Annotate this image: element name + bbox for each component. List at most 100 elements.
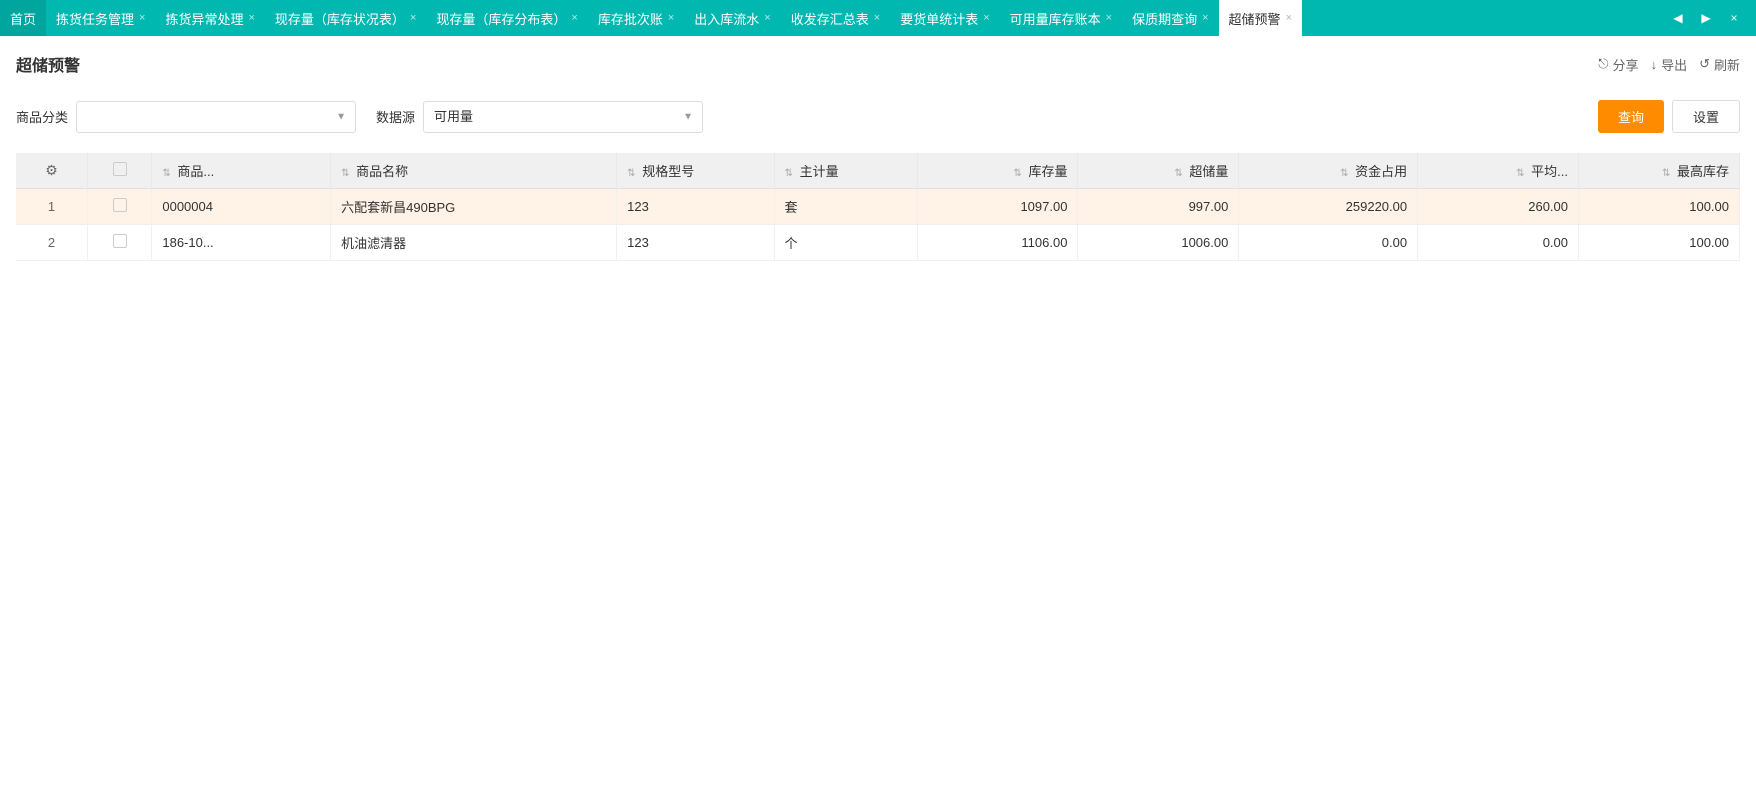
gear-icon[interactable]: ⚙ (45, 162, 58, 178)
cell-checkbox (88, 189, 152, 225)
th-gear: ⚙ (16, 153, 88, 189)
close-icon[interactable]: × (983, 12, 989, 24)
nav-collect-send-label: 收发存汇总表 (791, 9, 869, 28)
nav-order-stats[interactable]: 要货单统计表 × (890, 0, 999, 36)
nav-quality-check-label: 保质期查询 (1132, 9, 1197, 28)
nav-inventory-dist-label: 现存量（库存分布表） (436, 9, 566, 28)
select-all-checkbox[interactable] (113, 162, 127, 176)
th-avg[interactable]: ⇅ 平均... (1418, 153, 1579, 189)
th-over-label: 超储量 (1189, 164, 1228, 179)
share-button[interactable]: ⎋ 分享 (1598, 55, 1638, 74)
nav-task-mgmt-label: 拣货任务管理 (56, 9, 134, 28)
page-header: 超储预警 ⎋ 分享 ↓ 导出 ↺ 刷新 (16, 52, 1740, 76)
nav-more-arrow[interactable]: × (1720, 0, 1748, 36)
cell-stock: 1106.00 (917, 225, 1078, 261)
nav-next-arrow[interactable]: ▶ (1692, 0, 1720, 36)
nav-inventory-dist[interactable]: 现存量（库存分布表） × (426, 0, 587, 36)
cell-stock: 1097.00 (917, 189, 1078, 225)
refresh-icon: ↺ (1699, 56, 1710, 72)
th-checkbox (88, 153, 152, 189)
th-over[interactable]: ⇅ 超储量 (1078, 153, 1239, 189)
cell-capital: 0.00 (1239, 225, 1418, 261)
row-checkbox[interactable] (113, 234, 127, 248)
sort-icon: ⇅ (1013, 168, 1021, 179)
nav-home[interactable]: 首页 (0, 0, 46, 36)
cell-index: 1 (16, 189, 88, 225)
cell-spec: 123 (617, 189, 774, 225)
table-wrap: ⚙ ⇅ 商品... ⇅ 商品名称 ⇅ 规格型号 (16, 153, 1740, 261)
nav-inout-flow[interactable]: 出入库流水 × (684, 0, 780, 36)
share-icon: ⎋ (1598, 56, 1608, 72)
export-label: 导出 (1661, 55, 1687, 74)
nav-prev-arrow[interactable]: ◀ (1664, 0, 1692, 36)
close-icon[interactable]: × (571, 12, 577, 24)
settings-button[interactable]: 设置 (1672, 100, 1740, 133)
th-unit-label: 主计量 (800, 164, 839, 179)
header-actions: ⎋ 分享 ↓ 导出 ↺ 刷新 (1598, 55, 1740, 74)
page-title: 超储预警 (16, 52, 80, 76)
close-icon[interactable]: × (668, 12, 674, 24)
table-header-row: ⚙ ⇅ 商品... ⇅ 商品名称 ⇅ 规格型号 (16, 153, 1740, 189)
export-button[interactable]: ↓ 导出 (1651, 55, 1688, 74)
nav-batch[interactable]: 库存批次账 × (588, 0, 684, 36)
sort-icon: ⇅ (627, 168, 635, 179)
sort-icon: ⇅ (1174, 168, 1182, 179)
cell-code: 0000004 (152, 189, 331, 225)
close-icon[interactable]: × (1286, 12, 1292, 24)
datasource-select[interactable]: 可用量 库存量 (423, 101, 703, 133)
filter-buttons: 查询 设置 (1598, 100, 1740, 133)
nav-overstock-warn[interactable]: 超储预警 × (1219, 0, 1302, 36)
cell-name: 机油滤清器 (331, 225, 617, 261)
table-body: 1 0000004 六配套新昌490BPG 123 套 1097.00 997.… (16, 189, 1740, 261)
cell-capital: 259220.00 (1239, 189, 1418, 225)
cell-avg: 0.00 (1418, 225, 1579, 261)
refresh-label: 刷新 (1714, 55, 1740, 74)
sort-icon: ⇅ (1662, 168, 1670, 179)
query-button[interactable]: 查询 (1598, 100, 1664, 133)
filter-area: 商品分类 数据源 可用量 库存量 查询 设置 (16, 92, 1740, 141)
cell-checkbox (88, 225, 152, 261)
category-select[interactable] (76, 101, 356, 133)
nav-home-label: 首页 (10, 9, 36, 28)
main-content: 超储预警 ⎋ 分享 ↓ 导出 ↺ 刷新 商品分类 (0, 36, 1756, 800)
category-filter-group: 商品分类 (16, 101, 356, 133)
cell-index: 2 (16, 225, 88, 261)
cell-unit: 套 (774, 189, 917, 225)
th-stock-label: 库存量 (1028, 164, 1067, 179)
nav-right-arrows: ◀ ▶ × (1664, 0, 1756, 36)
refresh-button[interactable]: ↺ 刷新 (1699, 55, 1740, 74)
close-icon[interactable]: × (139, 12, 145, 24)
nav-collect-send[interactable]: 收发存汇总表 × (781, 0, 890, 36)
cell-avg: 260.00 (1418, 189, 1579, 225)
nav-inventory-status[interactable]: 现存量（库存状况表） × (265, 0, 426, 36)
table-row: 1 0000004 六配套新昌490BPG 123 套 1097.00 997.… (16, 189, 1740, 225)
cell-name: 六配套新昌490BPG (331, 189, 617, 225)
close-icon[interactable]: × (1106, 12, 1112, 24)
th-spec[interactable]: ⇅ 规格型号 (617, 153, 774, 189)
nav-quality-check[interactable]: 保质期查询 × (1122, 0, 1218, 36)
nav-inout-flow-label: 出入库流水 (694, 9, 759, 28)
close-icon[interactable]: × (1202, 12, 1208, 24)
nav-avail-ledger[interactable]: 可用量库存账本 × (1000, 0, 1122, 36)
th-maxstock[interactable]: ⇅ 最高库存 (1579, 153, 1740, 189)
close-icon[interactable]: × (248, 12, 254, 24)
close-icon[interactable]: × (764, 12, 770, 24)
close-icon[interactable]: × (410, 12, 416, 24)
cell-unit: 个 (774, 225, 917, 261)
nav-task-mgmt[interactable]: 拣货任务管理 × (46, 0, 155, 36)
th-capital[interactable]: ⇅ 资金占用 (1239, 153, 1418, 189)
close-icon[interactable]: × (874, 12, 880, 24)
th-unit[interactable]: ⇅ 主计量 (774, 153, 917, 189)
nav-overstock-warn-label: 超储预警 (1229, 9, 1281, 28)
th-name[interactable]: ⇅ 商品名称 (331, 153, 617, 189)
cell-maxstock: 100.00 (1579, 225, 1740, 261)
row-checkbox[interactable] (113, 198, 127, 212)
cell-over: 997.00 (1078, 189, 1239, 225)
nav-abnormal[interactable]: 拣货异常处理 × (155, 0, 264, 36)
th-stock[interactable]: ⇅ 库存量 (917, 153, 1078, 189)
category-filter-label: 商品分类 (16, 107, 68, 126)
datasource-filter-group: 数据源 可用量 库存量 (376, 101, 703, 133)
nav-abnormal-label: 拣货异常处理 (165, 9, 243, 28)
th-code[interactable]: ⇅ 商品... (152, 153, 331, 189)
sort-icon: ⇅ (1516, 168, 1524, 179)
